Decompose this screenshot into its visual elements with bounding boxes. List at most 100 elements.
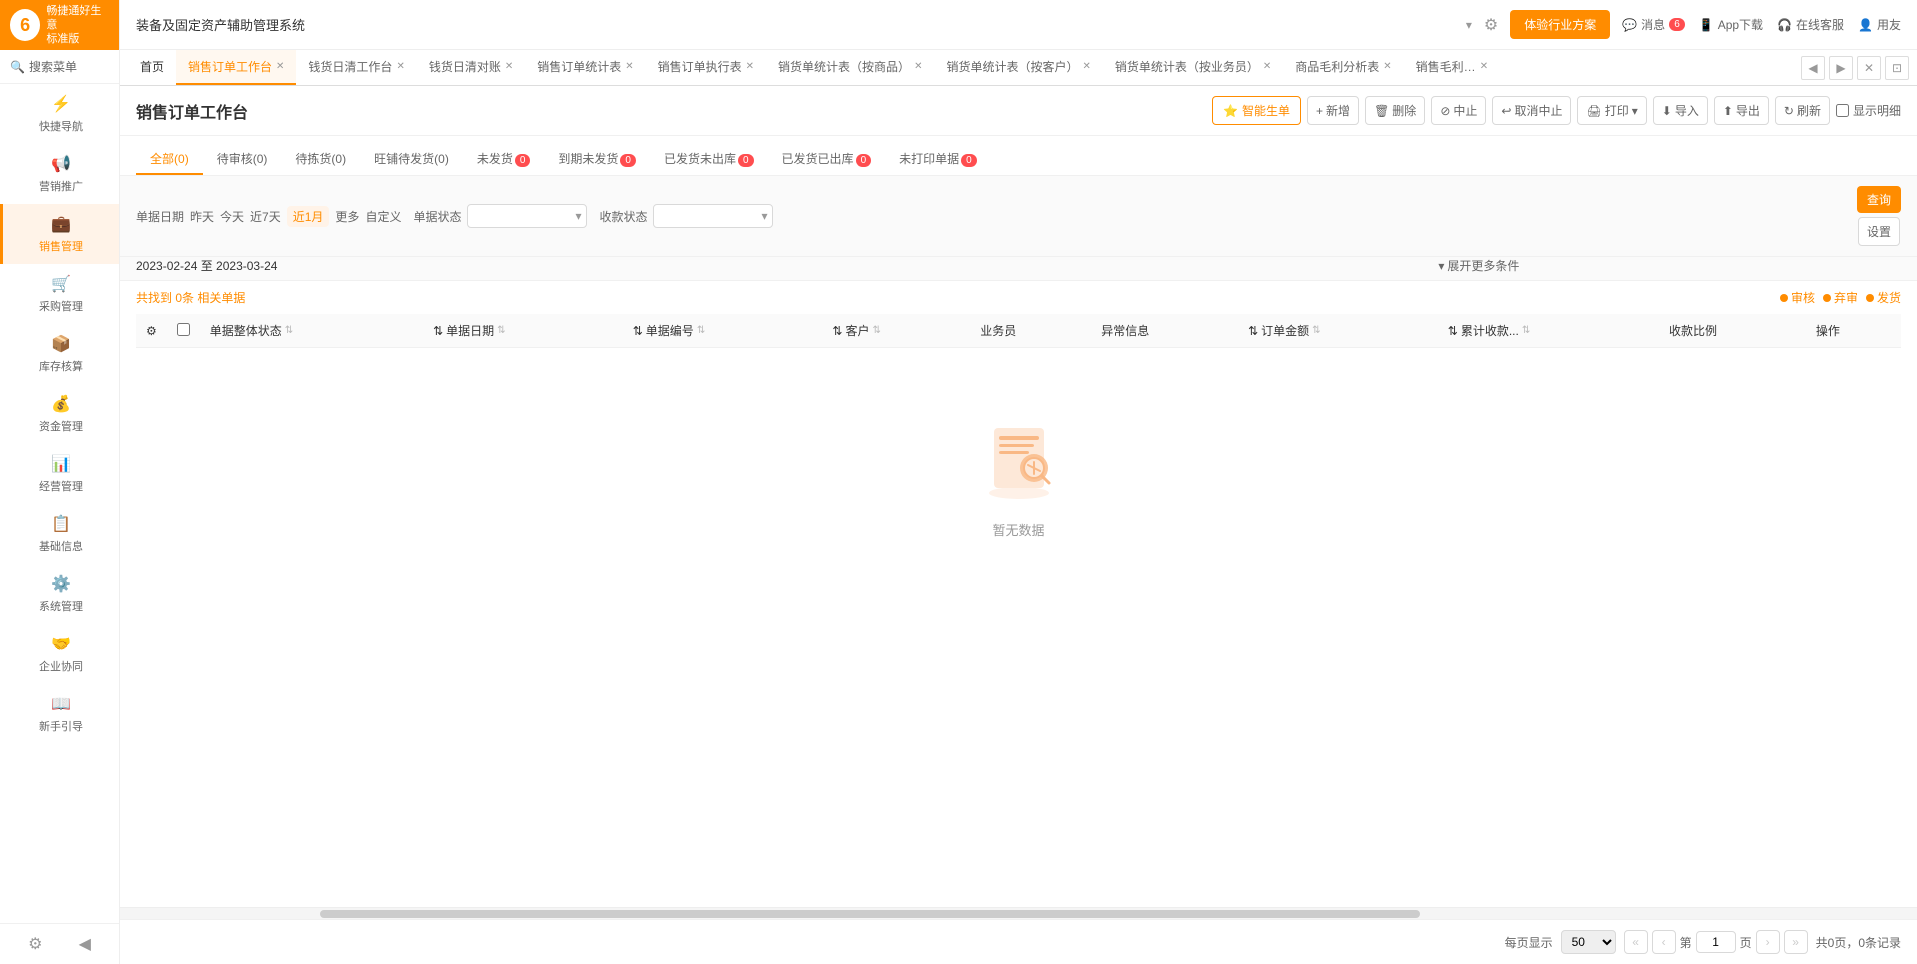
refresh-btn[interactable]: ↻ 刷新	[1775, 96, 1830, 125]
tab-expand-btn[interactable]: ⊡	[1885, 56, 1909, 80]
table-settings-icon[interactable]: ⚙	[146, 324, 157, 338]
tab-reconcile[interactable]: 钱货日清对账 ✕	[417, 50, 525, 85]
th-amount[interactable]: ⇅ 订单金额 ⇅	[1238, 314, 1438, 348]
tab-close-sales-by-customer[interactable]: ✕	[1082, 61, 1090, 72]
tab-close-sales-by-staff[interactable]: ✕	[1263, 61, 1271, 72]
tab-close-daily-clear[interactable]: ✕	[396, 61, 404, 72]
page-last-btn[interactable]: »	[1784, 930, 1808, 954]
sidebar-item-sales[interactable]: 💼 销售管理	[0, 204, 119, 264]
online-service-btn[interactable]: 🎧 在线客服	[1777, 16, 1844, 33]
review-dot	[1780, 294, 1788, 302]
page-title: 销售订单工作台	[136, 99, 248, 123]
settings-bottom-icon[interactable]: ⚙	[28, 934, 42, 954]
tab-bar: 首页 销售订单工作台 ✕ 钱货日清工作台 ✕ 钱货日清对账 ✕ 销售订单统计表 …	[120, 50, 1917, 86]
tab-sales-by-customer[interactable]: 销货单统计表（按客户） ✕	[934, 50, 1102, 85]
tab-close-all-btn[interactable]: ✕	[1857, 56, 1881, 80]
tab-sales-workbench[interactable]: 销售订单工作台 ✕	[176, 50, 296, 85]
date-btn-1month[interactable]: 近1月	[287, 206, 330, 227]
sub-tab-shipped-not-out[interactable]: 已发货未出库0	[650, 144, 768, 175]
tab-sales-by-staff[interactable]: 销货单统计表（按业务员） ✕	[1103, 50, 1283, 85]
sidebar-item-purchase[interactable]: 🛒 采购管理	[0, 264, 119, 324]
tab-sales-by-product[interactable]: 销货单统计表（按商品） ✕	[766, 50, 934, 85]
date-btn-more[interactable]: 更多	[335, 208, 359, 225]
per-page-select[interactable]: 50 100	[1561, 930, 1616, 954]
payment-select[interactable]	[653, 204, 773, 228]
sidebar-item-finance[interactable]: 💰 资金管理	[0, 384, 119, 444]
th-order-no[interactable]: ⇅ 单据编号 ⇅	[623, 314, 823, 348]
ship-btn[interactable]: 发货	[1866, 289, 1901, 306]
expand-filter-btn[interactable]: ▾ 展开更多条件	[1438, 257, 1519, 274]
scrollbar-thumb[interactable]	[320, 910, 1420, 918]
tab-sales-gross[interactable]: 销售毛利… ✕	[1404, 50, 1500, 85]
sub-tab-wangpu-ship[interactable]: 旺铺待发货(0)	[360, 144, 463, 175]
dropdown-icon[interactable]: ▾	[1466, 18, 1472, 32]
select-all-checkbox[interactable]	[177, 323, 190, 336]
cancel-stop-btn[interactable]: ↩ 取消中止	[1492, 96, 1571, 125]
sidebar-item-operations[interactable]: 📊 经营管理	[0, 444, 119, 504]
date-btn-today[interactable]: 今天	[220, 208, 244, 225]
tab-gross-profit[interactable]: 商品毛利分析表 ✕	[1283, 50, 1403, 85]
tab-close-sales-by-product[interactable]: ✕	[914, 61, 922, 72]
sub-tab-not-printed[interactable]: 未打印单据0	[885, 144, 991, 175]
status-select[interactable]	[467, 204, 587, 228]
settings-filter-btn[interactable]: 设置	[1858, 217, 1900, 246]
collapse-icon[interactable]: ◀	[79, 934, 91, 954]
industry-btn[interactable]: 体验行业方案	[1510, 10, 1610, 39]
sidebar-item-marketing[interactable]: 📢 营销推广	[0, 144, 119, 204]
tab-prev-btn[interactable]: ◀	[1801, 56, 1825, 80]
sidebar-item-enterprise[interactable]: 🤝 企业协同	[0, 624, 119, 684]
delete-btn[interactable]: 🗑 删除	[1365, 96, 1425, 125]
th-settings[interactable]: ⚙	[136, 314, 167, 348]
page-input[interactable]	[1696, 931, 1736, 953]
show-detail-checkbox[interactable]	[1836, 104, 1849, 117]
tab-order-stats[interactable]: 销售订单统计表 ✕	[525, 50, 645, 85]
settings-header-icon[interactable]: ⚙	[1484, 15, 1498, 35]
review-btn[interactable]: 审核	[1780, 289, 1815, 306]
th-checkbox[interactable]	[167, 314, 200, 348]
tab-close-sales-workbench[interactable]: ✕	[276, 61, 284, 72]
smart-create-btn[interactable]: ⭐ 智能生单	[1212, 96, 1301, 125]
app-download-btn[interactable]: 📱 App下载	[1699, 16, 1763, 33]
sidebar-item-inventory[interactable]: 📦 库存核算	[0, 324, 119, 384]
sub-tab-not-shipped[interactable]: 未发货0	[463, 144, 545, 175]
tab-order-exec[interactable]: 销售订单执行表 ✕	[646, 50, 766, 85]
th-customer[interactable]: ⇅ 客户 ⇅	[822, 314, 970, 348]
page-prev-btn[interactable]: ‹	[1652, 930, 1676, 954]
sidebar-item-system[interactable]: ⚙️ 系统管理	[0, 564, 119, 624]
sub-tab-overdue-ship[interactable]: 到期未发货0	[544, 144, 650, 175]
new-btn[interactable]: + 新增	[1307, 96, 1359, 125]
horizontal-scrollbar[interactable]	[120, 907, 1917, 919]
sidebar-item-basic-info[interactable]: 📋 基础信息	[0, 504, 119, 564]
tab-close-reconcile[interactable]: ✕	[505, 61, 513, 72]
export-btn[interactable]: ⬆ 导出	[1714, 96, 1769, 125]
tab-next-btn[interactable]: ▶	[1829, 56, 1853, 80]
tab-close-order-stats[interactable]: ✕	[625, 61, 633, 72]
sidebar-item-guide[interactable]: 📖 新手引导	[0, 684, 119, 744]
abandon-review-btn[interactable]: 弃审	[1823, 289, 1858, 306]
tab-close-gross-profit[interactable]: ✕	[1383, 61, 1391, 72]
sub-tab-pending-review[interactable]: 待审核(0)	[203, 144, 282, 175]
th-date[interactable]: ⇅ 单据日期 ⇅	[423, 314, 623, 348]
date-btn-custom[interactable]: 自定义	[365, 208, 401, 225]
sub-tab-pending-pick[interactable]: 待拣货(0)	[281, 144, 360, 175]
sub-tab-shipped-out[interactable]: 已发货已出库0	[768, 144, 886, 175]
stop-btn[interactable]: ⊘ 中止	[1431, 96, 1486, 125]
tab-daily-clear[interactable]: 钱货日清工作台 ✕	[296, 50, 416, 85]
print-btn[interactable]: 🖨 打印 ▾	[1577, 96, 1646, 125]
date-btn-yesterday[interactable]: 昨天	[190, 208, 214, 225]
sub-tab-all[interactable]: 全部(0)	[136, 144, 203, 175]
th-cumulative[interactable]: ⇅ 累计收款... ⇅	[1438, 314, 1659, 348]
user-btn[interactable]: 👤 用友	[1858, 16, 1901, 33]
sidebar-search[interactable]: 🔍 搜索菜单	[0, 50, 119, 84]
message-btn[interactable]: 💬 消息 6	[1622, 16, 1685, 33]
tab-home[interactable]: 首页	[128, 50, 176, 85]
page-first-btn[interactable]: «	[1624, 930, 1648, 954]
date-btn-7days[interactable]: 近7天	[250, 208, 281, 225]
show-detail-label[interactable]: 显示明细	[1836, 102, 1901, 119]
page-next-btn[interactable]: ›	[1756, 930, 1780, 954]
tab-close-order-exec[interactable]: ✕	[746, 61, 754, 72]
import-btn[interactable]: ⬇ 导入	[1653, 96, 1708, 125]
sidebar-item-shortcuts[interactable]: ⚡ 快捷导航	[0, 84, 119, 144]
tab-close-sales-gross[interactable]: ✕	[1480, 61, 1488, 72]
query-btn[interactable]: 查询	[1857, 186, 1901, 213]
